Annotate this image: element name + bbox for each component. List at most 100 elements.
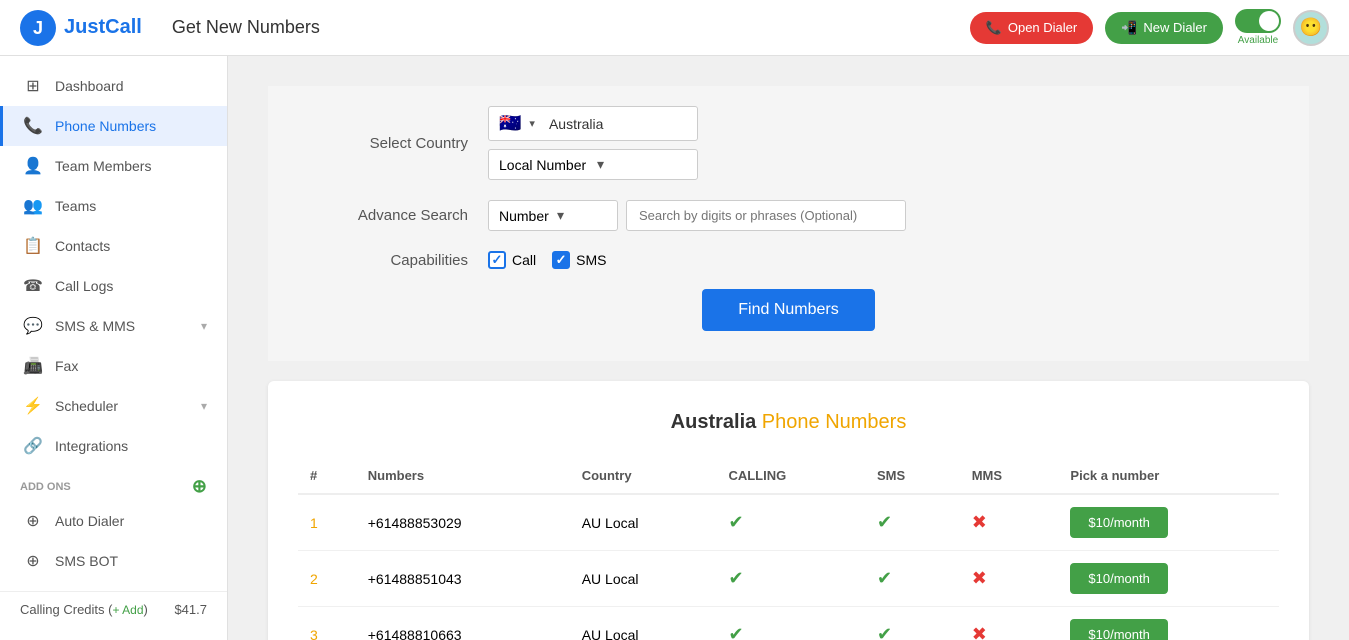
dashboard-icon: ⊞ — [23, 76, 43, 96]
sidebar-item-label: Fax — [55, 358, 78, 374]
available-toggle[interactable] — [1235, 9, 1281, 33]
header-actions: 📞 Open Dialer 📲 New Dialer Available 😶 — [970, 9, 1329, 46]
call-label: Call — [512, 252, 536, 268]
row-sms: ✔ — [865, 494, 960, 551]
search-input[interactable] — [626, 200, 906, 231]
add-credits-link[interactable]: + Add — [113, 603, 144, 617]
pick-number-button[interactable]: $10/month — [1070, 507, 1167, 538]
contacts-icon: 📋 — [23, 236, 43, 256]
results-rest: Phone Numbers — [756, 411, 906, 433]
sms-checkbox[interactable]: ✓ — [552, 251, 570, 269]
col-country: Country — [570, 458, 717, 494]
flag-icon: 🇦🇺 — [499, 113, 521, 134]
col-num: # — [298, 458, 356, 494]
col-sms: SMS — [865, 458, 960, 494]
advance-search-controls: Number ▾ — [488, 200, 906, 231]
sidebar-item-label: Phone Numbers — [55, 118, 156, 134]
number-type-value: Local Number — [499, 157, 589, 173]
open-dialer-button[interactable]: 📞 Open Dialer — [970, 12, 1094, 44]
row-num: 1 — [298, 494, 356, 551]
col-mms: MMS — [960, 458, 1059, 494]
table-row: 1 +61488853029 AU Local ✔ ✔ ✖ $10/month — [298, 494, 1279, 551]
row-country: AU Local — [570, 607, 717, 640]
row-num: 2 — [298, 551, 356, 607]
sidebar-item-label: SMS & MMS — [55, 318, 135, 334]
integrations-icon: 🔗 — [23, 436, 43, 456]
sidebar-item-fax[interactable]: 📠 Fax — [0, 346, 227, 386]
logo-icon: J — [20, 10, 56, 46]
find-btn-row: Find Numbers — [308, 289, 1269, 331]
search-type-dropdown[interactable]: Number ▾ — [488, 200, 618, 231]
find-numbers-button[interactable]: Find Numbers — [702, 289, 874, 331]
row-country: AU Local — [570, 494, 717, 551]
teams-icon: 👥 — [23, 196, 43, 216]
logo: J JustCall — [20, 10, 142, 46]
pick-number-button[interactable]: $10/month — [1070, 563, 1167, 594]
call-logs-icon: ☎ — [23, 276, 43, 296]
main-content: Select Country 🇦🇺 ▾ Australia Local Numb… — [228, 56, 1349, 640]
col-calling: CALLING — [716, 458, 865, 494]
results-country: Australia — [671, 411, 757, 433]
status-badge[interactable]: Available — [1235, 9, 1281, 46]
sidebar-item-scheduler[interactable]: ⚡ Scheduler — [0, 386, 227, 426]
sidebar: ⊞ Dashboard 📞 Phone Numbers 👤 Team Membe… — [0, 56, 228, 640]
credits-value: $41.7 — [174, 602, 207, 617]
pick-number-button[interactable]: $10/month — [1070, 619, 1167, 640]
sidebar-item-label: Scheduler — [55, 398, 118, 414]
add-addon-icon[interactable]: ⊕ — [192, 476, 207, 497]
toggle-circle — [1259, 11, 1279, 31]
row-number: +61488851043 — [356, 551, 570, 607]
advance-search-row: Advance Search Number ▾ — [308, 200, 1269, 231]
sidebar-item-teams[interactable]: 👥 Teams — [0, 186, 227, 226]
row-mms: ✖ — [960, 494, 1059, 551]
scheduler-icon: ⚡ — [23, 396, 43, 416]
capabilities-row: Capabilities ✓ Call ✓ SMS — [308, 251, 1269, 269]
header: J JustCall Get New Numbers 📞 Open Dialer… — [0, 0, 1349, 56]
sidebar-item-label: Contacts — [55, 238, 110, 254]
dialpad-icon: 📲 — [1121, 20, 1137, 36]
svg-text:J: J — [33, 18, 43, 38]
row-sms: ✔ — [865, 607, 960, 640]
sidebar-item-label: Call Logs — [55, 278, 113, 294]
sidebar-item-sms-mms[interactable]: 💬 SMS & MMS — [0, 306, 227, 346]
new-dialer-button[interactable]: 📲 New Dialer — [1105, 12, 1223, 44]
sidebar-item-label: Integrations — [55, 438, 128, 454]
call-check-icon: ✓ — [492, 252, 503, 268]
row-number: +61488810663 — [356, 607, 570, 640]
row-calling: ✔ — [716, 607, 865, 640]
sidebar-item-sms-bot[interactable]: ⊕ SMS BOT — [0, 541, 227, 581]
sidebar-item-team-members[interactable]: 👤 Team Members — [0, 146, 227, 186]
table-row: 2 +61488851043 AU Local ✔ ✔ ✖ $10/month — [298, 551, 1279, 607]
sidebar-item-integrations[interactable]: 🔗 Integrations — [0, 426, 227, 466]
team-members-icon: 👤 — [23, 156, 43, 176]
results-title: Australia Phone Numbers — [298, 411, 1279, 434]
sidebar-item-call-logs[interactable]: ☎ Call Logs — [0, 266, 227, 306]
capabilities-controls: ✓ Call ✓ SMS — [488, 251, 606, 269]
advance-search-label: Advance Search — [308, 207, 468, 224]
select-country-row: Select Country 🇦🇺 ▾ Australia Local Numb… — [308, 106, 1269, 180]
sms-capability[interactable]: ✓ SMS — [552, 251, 606, 269]
row-number: +61488853029 — [356, 494, 570, 551]
row-pick: $10/month — [1058, 494, 1279, 551]
sidebar-item-label: Auto Dialer — [55, 513, 124, 529]
number-type-arrow: ▾ — [597, 156, 687, 173]
sidebar-item-label: Team Members — [55, 158, 151, 174]
phone-icon: 📞 — [986, 20, 1002, 36]
call-checkbox[interactable]: ✓ — [488, 251, 506, 269]
sidebar-item-phone-numbers[interactable]: 📞 Phone Numbers — [0, 106, 227, 146]
table-row: 3 +61488810663 AU Local ✔ ✔ ✖ $10/month — [298, 607, 1279, 640]
sidebar-item-dashboard[interactable]: ⊞ Dashboard — [0, 66, 227, 106]
results-card: Australia Phone Numbers # Numbers Countr… — [268, 381, 1309, 640]
sms-check-icon: ✓ — [556, 252, 567, 268]
country-select[interactable]: 🇦🇺 ▾ Australia — [488, 106, 698, 141]
results-table: # Numbers Country CALLING SMS MMS Pick a… — [298, 458, 1279, 640]
call-capability[interactable]: ✓ Call — [488, 251, 536, 269]
app-body: ⊞ Dashboard 📞 Phone Numbers 👤 Team Membe… — [0, 56, 1349, 640]
avatar[interactable]: 😶 — [1293, 10, 1329, 46]
row-num: 3 — [298, 607, 356, 640]
sidebar-item-contacts[interactable]: 📋 Contacts — [0, 226, 227, 266]
number-type-select[interactable]: Local Number ▾ — [488, 149, 698, 180]
sidebar-item-auto-dialer[interactable]: ⊕ Auto Dialer — [0, 501, 227, 541]
form-card: Select Country 🇦🇺 ▾ Australia Local Numb… — [268, 86, 1309, 361]
country-dropdown-arrow: ▾ — [529, 117, 535, 130]
